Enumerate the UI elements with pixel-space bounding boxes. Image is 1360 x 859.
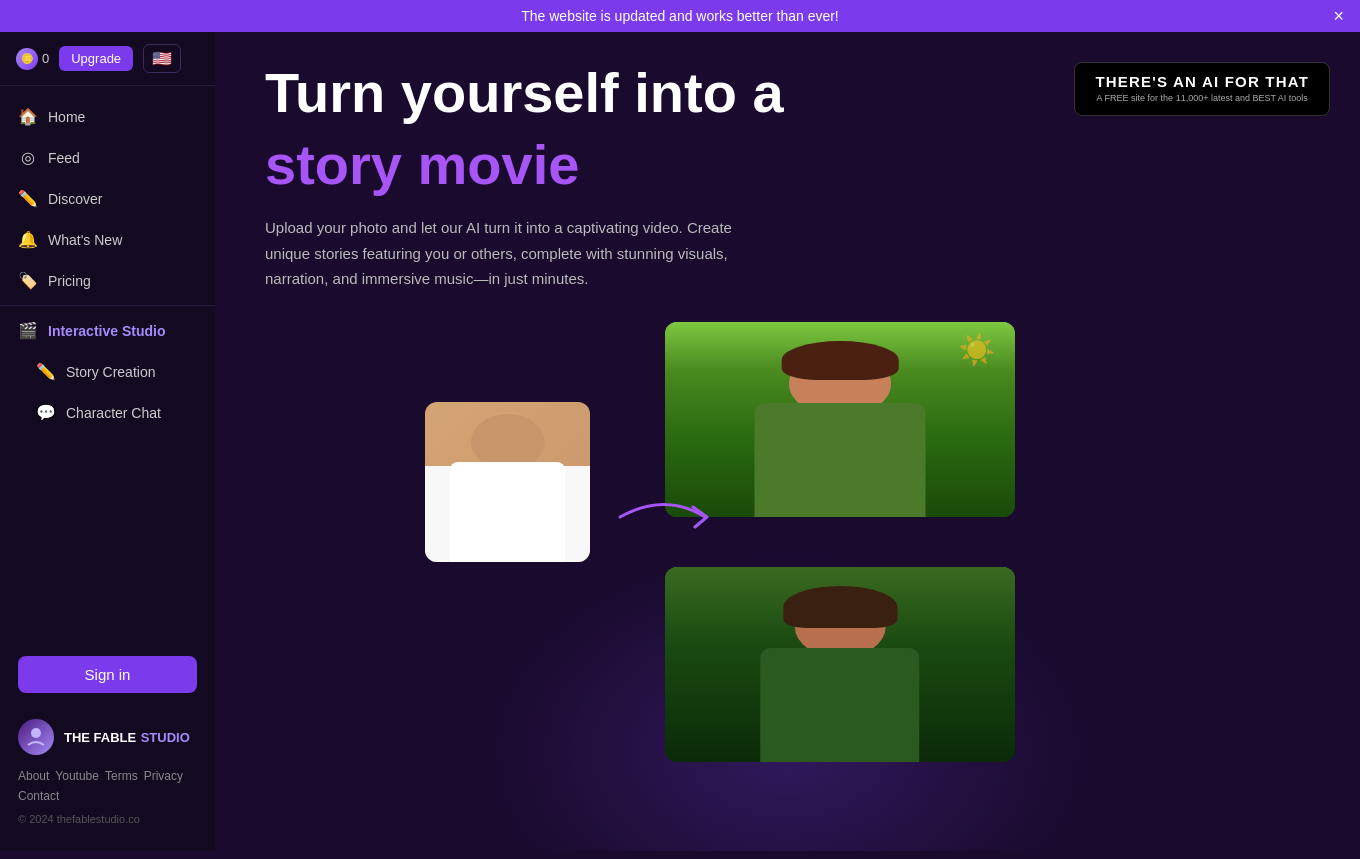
sidebar-item-pricing-label: Pricing (48, 273, 91, 289)
feed-icon: ◎ (18, 148, 38, 167)
footer-link-youtube[interactable]: Youtube (55, 769, 99, 783)
svg-point-0 (31, 728, 41, 738)
story-creation-icon: ✏️ (36, 362, 56, 381)
char-hair-top (781, 341, 899, 380)
sidebar-nav: 🏠 Home ◎ Feed ✏️ Discover 🔔 What's New 🏷… (0, 86, 215, 646)
sidebar-item-interactive-studio[interactable]: 🎬 Interactive Studio (0, 310, 215, 351)
brand-name: THE FABLE STUDIO (64, 728, 190, 746)
footer-links: About Youtube Terms Privacy Contact (0, 765, 215, 807)
result-photo-2 (665, 567, 1015, 762)
footer-link-terms[interactable]: Terms (105, 769, 138, 783)
pricing-icon: 🏷️ (18, 271, 38, 290)
copyright-text: © 2024 thefablestudio.co (0, 807, 215, 831)
main-content: THERE'S AN AI FOR THAT A FREE site for t… (215, 32, 1360, 851)
ai-badge-title: THERE'S AN AI FOR THAT (1095, 73, 1309, 90)
nav-divider (0, 305, 215, 306)
sign-in-button[interactable]: Sign in (18, 656, 197, 693)
sidebar: 🪙 0 Upgrade 🇺🇸 🏠 Home ◎ Feed ✏️ Discover… (0, 32, 215, 851)
announcement-bar: The website is updated and works better … (0, 0, 1360, 32)
footer-link-privacy[interactable]: Privacy (144, 769, 183, 783)
char-body-2 (760, 648, 919, 762)
upgrade-button[interactable]: Upgrade (59, 46, 133, 71)
sidebar-item-pricing[interactable]: 🏷️ Pricing (0, 260, 215, 301)
ai-badge-subtitle: A FREE site for the 11,000+ latest and B… (1095, 92, 1309, 105)
brand-name-suffix: STUDIO (141, 730, 190, 745)
image-showcase: ☀️ (265, 322, 1320, 762)
sidebar-item-feed-label: Feed (48, 150, 80, 166)
char-hair-2 (783, 586, 897, 628)
whats-new-icon: 🔔 (18, 230, 38, 249)
character-2 (726, 586, 954, 762)
main-layout: 🪙 0 Upgrade 🇺🇸 🏠 Home ◎ Feed ✏️ Discover… (0, 32, 1360, 851)
source-photo (425, 402, 590, 562)
footer-link-contact[interactable]: Contact (18, 789, 59, 803)
sidebar-item-home-label: Home (48, 109, 85, 125)
interactive-studio-icon: 🎬 (18, 321, 38, 340)
sun-glow: ☀️ (958, 332, 995, 367)
ai-badge[interactable]: THERE'S AN AI FOR THAT A FREE site for t… (1074, 62, 1330, 116)
brand-logo (18, 719, 54, 755)
language-flag-button[interactable]: 🇺🇸 (143, 44, 181, 73)
character-1 (718, 341, 963, 517)
hero-subtitle: Upload your photo and let our AI turn it… (265, 215, 765, 292)
result-photo-1: ☀️ (665, 322, 1015, 517)
discover-icon: ✏️ (18, 189, 38, 208)
coin-icon: 🪙 (16, 48, 38, 70)
footer-link-about[interactable]: About (18, 769, 49, 783)
forest-background-2 (665, 567, 1015, 762)
sidebar-item-character-chat[interactable]: 💬 Character Chat (0, 392, 215, 433)
announcement-text: The website is updated and works better … (521, 8, 839, 24)
sidebar-item-feed[interactable]: ◎ Feed (0, 137, 215, 178)
person-silhouette (425, 402, 590, 562)
coin-count: 0 (42, 51, 49, 66)
sidebar-item-interactive-studio-label: Interactive Studio (48, 323, 165, 339)
transform-arrow (615, 487, 715, 547)
sidebar-item-character-chat-label: Character Chat (66, 405, 161, 421)
coin-display: 🪙 0 (16, 48, 49, 70)
brand-section: THE FABLE STUDIO (0, 703, 215, 765)
sidebar-item-home[interactable]: 🏠 Home (0, 96, 215, 137)
sidebar-item-whats-new-label: What's New (48, 232, 122, 248)
sidebar-item-discover-label: Discover (48, 191, 102, 207)
char-body (754, 403, 926, 517)
brand-name-prefix: THE FABLE (64, 730, 136, 745)
character-chat-icon: 💬 (36, 403, 56, 422)
sidebar-item-discover[interactable]: ✏️ Discover (0, 178, 215, 219)
sidebar-item-story-creation[interactable]: ✏️ Story Creation (0, 351, 215, 392)
forest-background-1: ☀️ (665, 322, 1015, 517)
sidebar-header: 🪙 0 Upgrade 🇺🇸 (0, 32, 215, 86)
announcement-close-button[interactable]: × (1333, 7, 1344, 25)
sidebar-item-whats-new[interactable]: 🔔 What's New (0, 219, 215, 260)
ai-badge-content: THERE'S AN AI FOR THAT A FREE site for t… (1095, 73, 1309, 105)
hero-title-line2: story movie (265, 134, 1320, 196)
sidebar-item-story-creation-label: Story Creation (66, 364, 155, 380)
home-icon: 🏠 (18, 107, 38, 126)
